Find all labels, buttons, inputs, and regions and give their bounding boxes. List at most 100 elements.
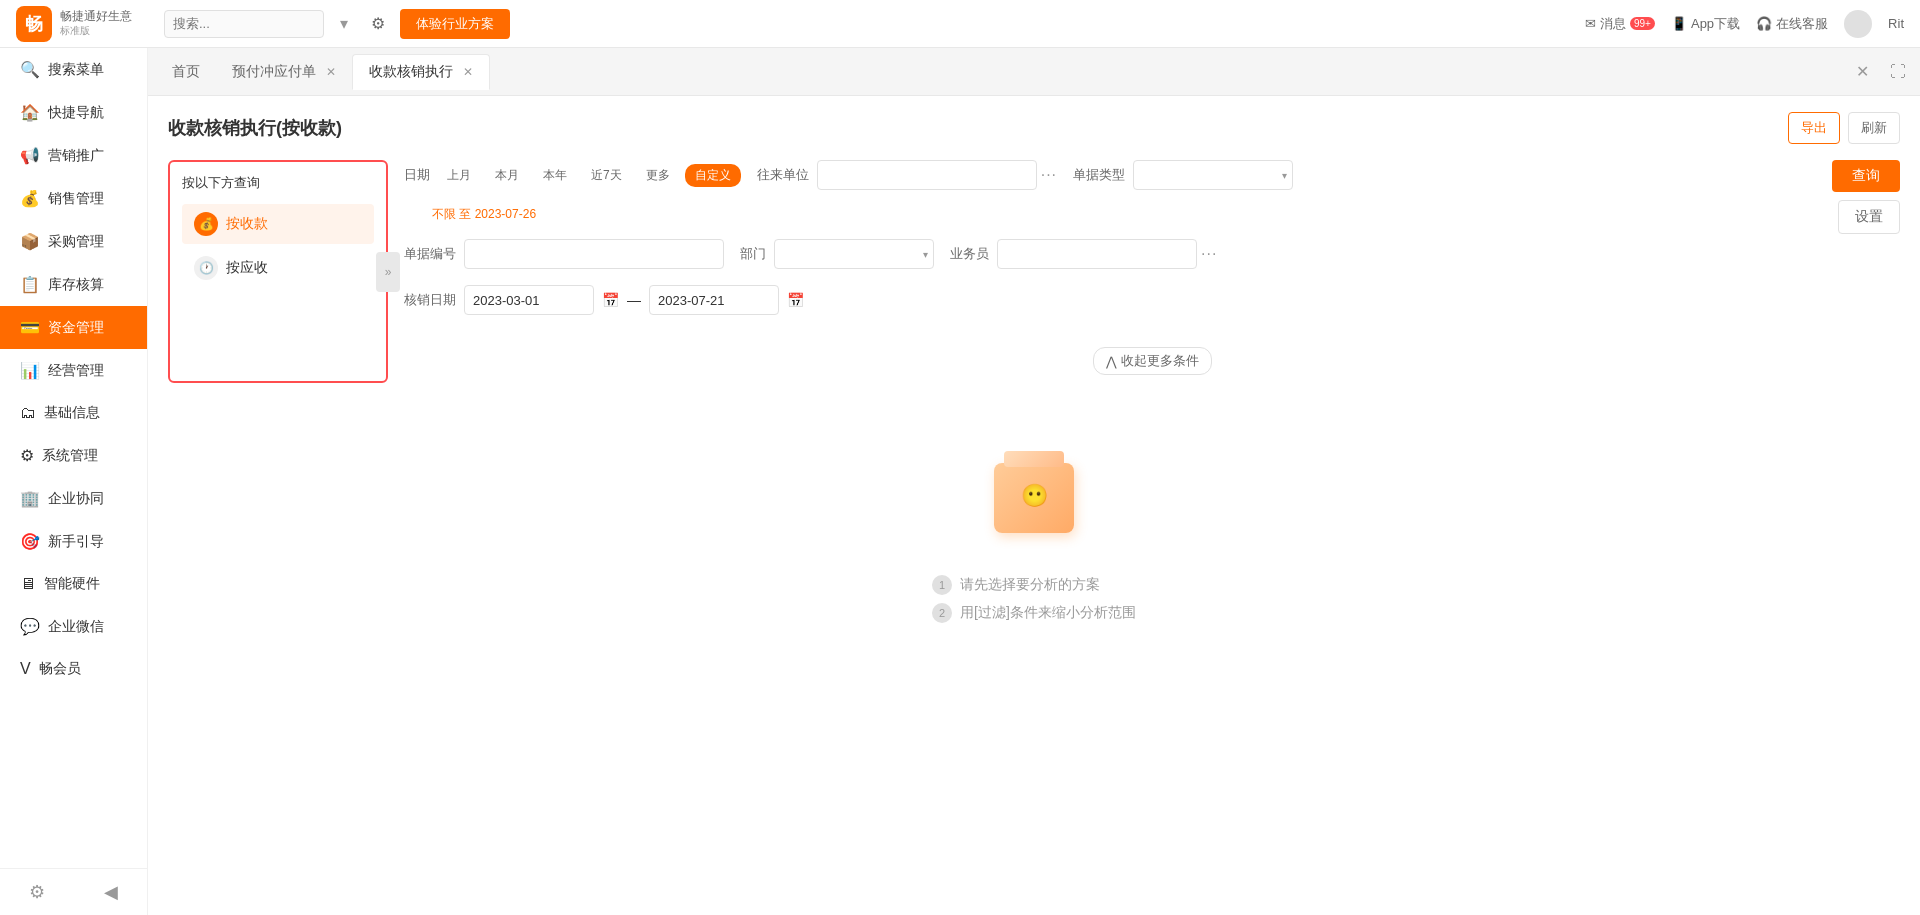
date-btn-custom[interactable]: 自定义 <box>685 164 741 187</box>
date-btn-7days[interactable]: 近7天 <box>582 163 631 188</box>
collapse-more-row: ⋀ 收起更多条件 <box>404 347 1900 375</box>
system-icon: ⚙ <box>20 446 34 465</box>
writeoff-end-input[interactable] <box>649 285 779 315</box>
header-gear-icon[interactable]: ⚙ <box>364 10 392 38</box>
tab-right-actions: ✕ ⛶ <box>1848 58 1912 86</box>
operation-icon: 📊 <box>20 361 40 380</box>
page-content: 收款核销执行(按收款) 导出 刷新 按以下方查询 💰 按收款 <box>148 96 1920 915</box>
online-service-btn[interactable]: 🎧 在线客服 <box>1756 15 1828 33</box>
writeoff-end-cal-icon[interactable]: 📅 <box>787 292 804 308</box>
filter-by-receipt[interactable]: 💰 按收款 <box>182 204 374 244</box>
query-btn-col: 查询 设置 <box>1832 160 1900 234</box>
date-range-separator: — <box>627 292 641 308</box>
sidebar-label-operation: 经营管理 <box>48 362 104 380</box>
sidebar-item-finance[interactable]: 💳 资金管理 <box>0 306 147 349</box>
doc-number-input[interactable] <box>464 239 724 269</box>
tab-prepay-close[interactable]: ✕ <box>326 65 336 79</box>
date-field: 日期 上月 本月 本年 近7天 更多 自定义 <box>404 163 741 188</box>
counterparty-input-group: ··· <box>817 160 1057 190</box>
sidebar-item-system[interactable]: ⚙ 系统管理 <box>0 434 147 477</box>
empty-state: 😶 1 请先选择要分析的方案 2 用[过滤]条件来缩小分析范围 <box>168 383 1900 683</box>
filter-collapse-btn[interactable]: » <box>376 252 400 292</box>
counterparty-field: 往来单位 ··· <box>757 160 1057 190</box>
tab-prepay[interactable]: 预付冲应付单 ✕ <box>216 54 352 90</box>
salesperson-input[interactable] <box>997 239 1197 269</box>
user-avatar[interactable] <box>1844 10 1872 38</box>
tab-close-all-btn[interactable]: ✕ <box>1848 58 1876 86</box>
sidebar-item-inventory[interactable]: 📋 库存核算 <box>0 263 147 306</box>
sidebar-item-basic-info[interactable]: 🗂 基础信息 <box>0 392 147 434</box>
collapse-more-btn[interactable]: ⋀ 收起更多条件 <box>1093 347 1212 375</box>
sidebar-item-wechat[interactable]: 💬 企业微信 <box>0 605 147 648</box>
sidebar-item-member[interactable]: V 畅会员 <box>0 648 147 690</box>
counterparty-label: 往来单位 <box>757 166 809 184</box>
filter-row-2: 单据编号 部门 <box>404 239 1820 269</box>
sidebar-label-member: 畅会员 <box>39 660 81 678</box>
page-title-bar: 收款核销执行(按收款) 导出 刷新 <box>168 112 1900 144</box>
wechat-icon: 💬 <box>20 617 40 636</box>
doc-type-field: 单据类型 <box>1073 160 1293 190</box>
empty-image: 😶 <box>974 443 1094 563</box>
smart-hw-icon: 🖥 <box>20 575 36 593</box>
message-btn[interactable]: ✉ 消息 99+ <box>1585 15 1655 33</box>
sidebar-label-finance: 资金管理 <box>48 319 104 337</box>
header-search-input[interactable] <box>164 10 324 38</box>
date-btn-this-month[interactable]: 本月 <box>486 163 528 188</box>
sidebar-label-smart-hw: 智能硬件 <box>44 575 100 593</box>
salesperson-dots-btn[interactable]: ··· <box>1201 245 1217 263</box>
logo-badge: 标准版 <box>60 24 132 38</box>
filter-row-1: 日期 上月 本月 本年 近7天 更多 自定义 <box>404 160 1820 331</box>
sales-icon: 💰 <box>20 189 40 208</box>
query-btn[interactable]: 查询 <box>1832 160 1900 192</box>
filter-section: 按以下方查询 💰 按收款 🕐 按应收 » <box>168 160 1900 383</box>
refresh-btn[interactable]: 刷新 <box>1848 112 1900 144</box>
sidebar-item-quick-nav[interactable]: 🏠 快捷导航 <box>0 91 147 134</box>
tab-expand-btn[interactable]: ⛶ <box>1884 58 1912 86</box>
sidebar-item-enterprise[interactable]: 🏢 企业协同 <box>0 477 147 520</box>
doc-type-select[interactable] <box>1133 160 1293 190</box>
sidebar-item-smart-hw[interactable]: 🖥 智能硬件 <box>0 563 147 605</box>
date-btn-this-year[interactable]: 本年 <box>534 163 576 188</box>
date-btn-more[interactable]: 更多 <box>637 163 679 188</box>
export-btn[interactable]: 导出 <box>1788 112 1840 144</box>
sidebar-item-marketing[interactable]: 📢 营销推广 <box>0 134 147 177</box>
empty-face-icon: 😶 <box>1021 483 1048 509</box>
member-icon: V <box>20 660 31 678</box>
sidebar-item-purchase[interactable]: 📦 采购管理 <box>0 220 147 263</box>
date-btn-last-month[interactable]: 上月 <box>438 163 480 188</box>
header-dropdown-btn[interactable]: ▾ <box>332 12 356 36</box>
sidebar-settings-icon[interactable]: ⚙ <box>29 881 45 903</box>
sidebar-item-operation[interactable]: 📊 经营管理 <box>0 349 147 392</box>
collapse-more-label: 收起更多条件 <box>1121 352 1199 370</box>
tab-prepay-label: 预付冲应付单 <box>232 63 316 81</box>
tab-receipt-write-off[interactable]: 收款核销执行 ✕ <box>352 54 490 90</box>
tab-home[interactable]: 首页 <box>156 54 216 90</box>
app-icon: 📱 <box>1671 16 1687 31</box>
tab-receipt-close[interactable]: ✕ <box>463 65 473 79</box>
industry-btn[interactable]: 体验行业方案 <box>400 9 510 39</box>
doc-type-label: 单据类型 <box>1073 166 1125 184</box>
by-receipt-label: 按收款 <box>226 215 268 233</box>
sidebar-item-sales[interactable]: 💰 销售管理 <box>0 177 147 220</box>
sidebar-item-guide[interactable]: 🎯 新手引导 <box>0 520 147 563</box>
writeoff-date-label: 核销日期 <box>404 291 456 309</box>
header-right: ✉ 消息 99+ 📱 App下载 🎧 在线客服 Rit <box>1585 10 1904 38</box>
writeoff-start-input[interactable] <box>464 285 594 315</box>
counterparty-dots-btn[interactable]: ··· <box>1041 166 1057 184</box>
app-download-btn[interactable]: 📱 App下载 <box>1671 15 1740 33</box>
sidebar-label-purchase: 采购管理 <box>48 233 104 251</box>
counterparty-input[interactable] <box>817 160 1037 190</box>
sidebar-item-search-menu[interactable]: 🔍 搜索菜单 <box>0 48 147 91</box>
sidebar-collapse-icon[interactable]: ◀ <box>104 881 118 903</box>
department-select[interactable] <box>774 239 934 269</box>
top-header: 畅 畅捷通好生意 标准版 ▾ ⚙ 体验行业方案 ✉ 消息 99+ 📱 App下载… <box>0 0 1920 48</box>
logo-area: 畅 畅捷通好生意 标准版 <box>16 6 164 42</box>
online-service-label: 在线客服 <box>1776 15 1828 33</box>
empty-tip-1: 1 请先选择要分析的方案 <box>932 575 1136 595</box>
salesperson-field: 业务员 ··· <box>950 239 1217 269</box>
filter-by-receivable[interactable]: 🕐 按应收 <box>182 248 374 288</box>
setting-btn[interactable]: 设置 <box>1838 200 1900 234</box>
sidebar-label-sales: 销售管理 <box>48 190 104 208</box>
sidebar-label-wechat: 企业微信 <box>48 618 104 636</box>
writeoff-start-cal-icon[interactable]: 📅 <box>602 292 619 308</box>
